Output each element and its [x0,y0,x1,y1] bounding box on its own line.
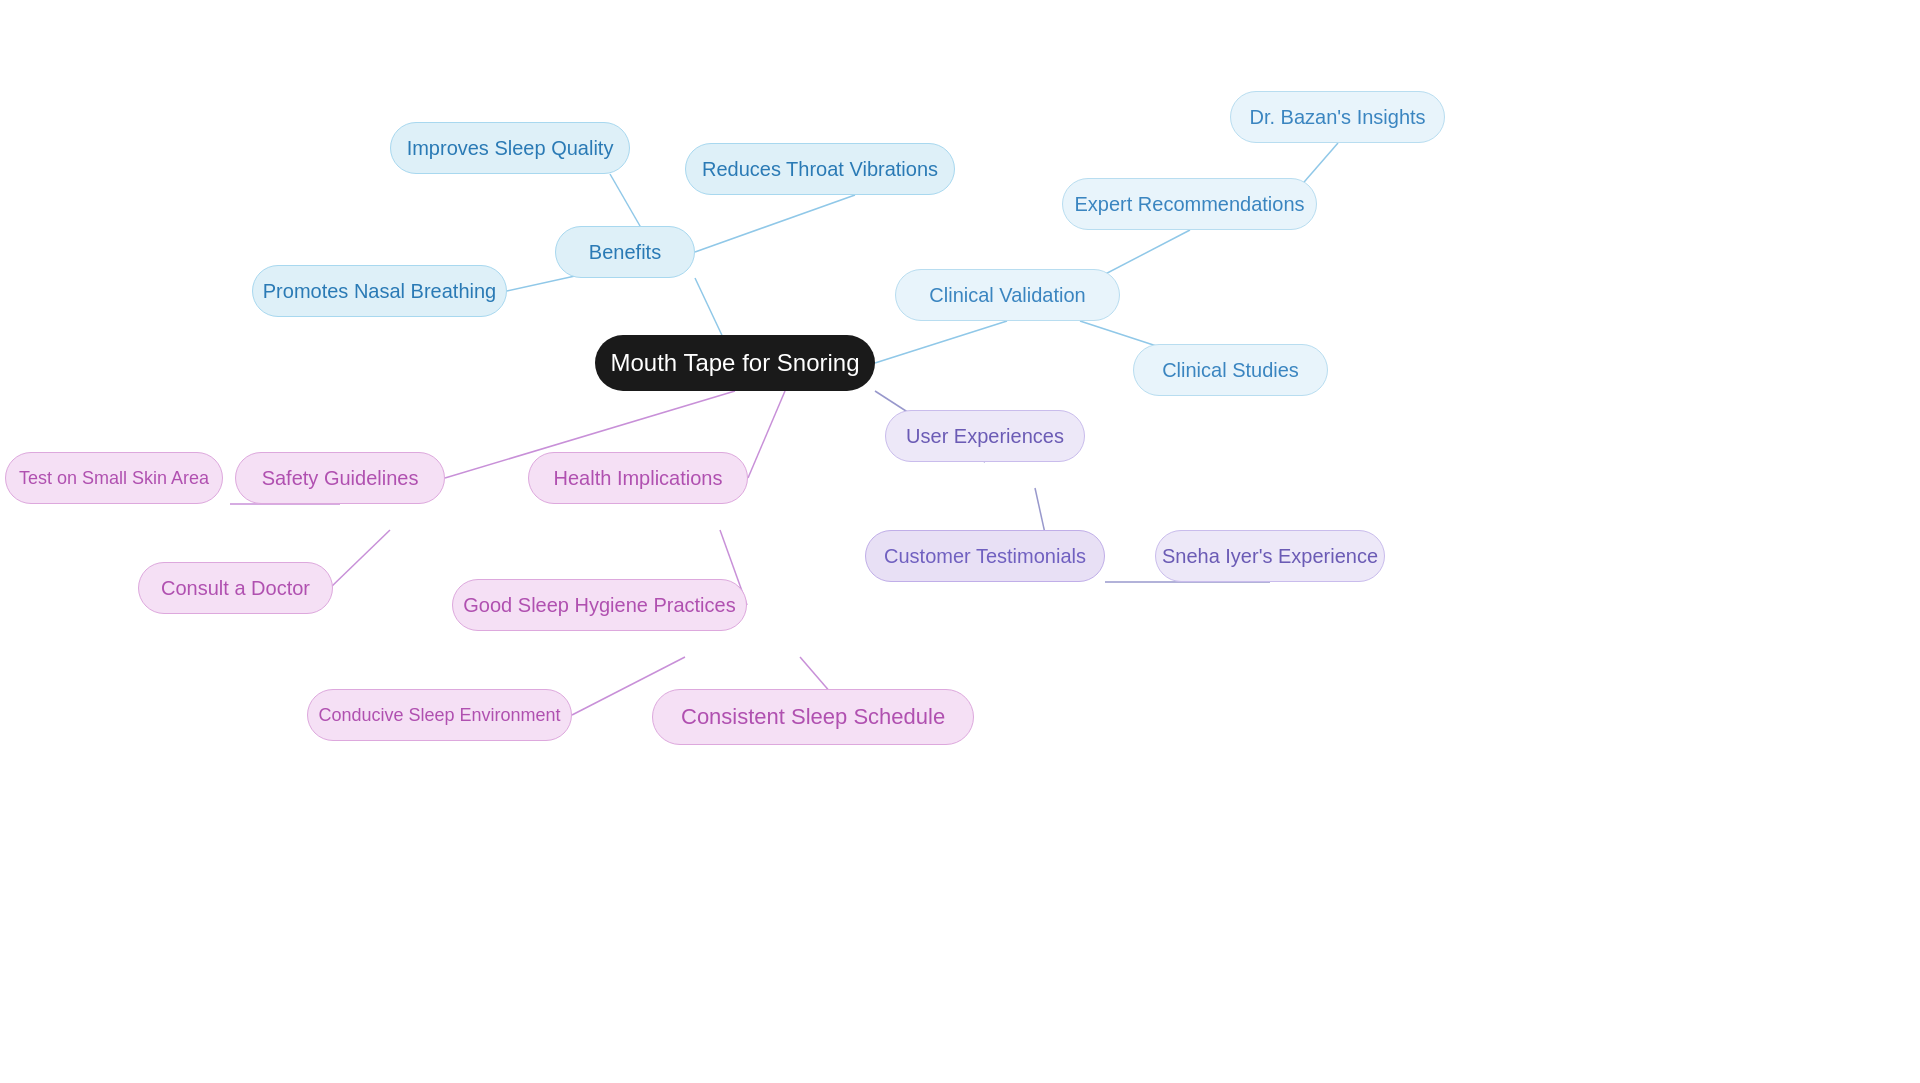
clinical-validation-node[interactable]: Clinical Validation [895,269,1120,321]
improves-sleep-node[interactable]: Improves Sleep Quality [390,122,630,174]
clinical-studies-node[interactable]: Clinical Studies [1133,344,1328,396]
sneha-iyer-node[interactable]: Sneha Iyer's Experience [1155,530,1385,582]
user-experiences-node[interactable]: User Experiences [885,410,1085,462]
test-small-skin-node[interactable]: Test on Small Skin Area [5,452,223,504]
svg-line-8 [748,391,785,478]
reduces-throat-node[interactable]: Reduces Throat Vibrations [685,143,955,195]
consistent-sleep-node[interactable]: Consistent Sleep Schedule [652,689,974,745]
center-node[interactable]: Mouth Tape for Snoring [595,335,875,391]
benefits-node[interactable]: Benefits [555,226,695,278]
conducive-sleep-node[interactable]: Conducive Sleep Environment [307,689,572,741]
safety-guidelines-node[interactable]: Safety Guidelines [235,452,445,504]
expert-rec-node[interactable]: Expert Recommendations [1062,178,1317,230]
good-sleep-hygiene-node[interactable]: Good Sleep Hygiene Practices [452,579,747,631]
svg-line-4 [875,321,1007,363]
customer-testimonials-node[interactable]: Customer Testimonials [865,530,1105,582]
svg-line-11 [330,530,390,588]
health-implications-node[interactable]: Health Implications [528,452,748,504]
consult-doctor-node[interactable]: Consult a Doctor [138,562,333,614]
promotes-nasal-node[interactable]: Promotes Nasal Breathing [252,265,507,317]
svg-line-2 [695,195,855,252]
dr-bazan-node[interactable]: Dr. Bazan's Insights [1230,91,1445,143]
